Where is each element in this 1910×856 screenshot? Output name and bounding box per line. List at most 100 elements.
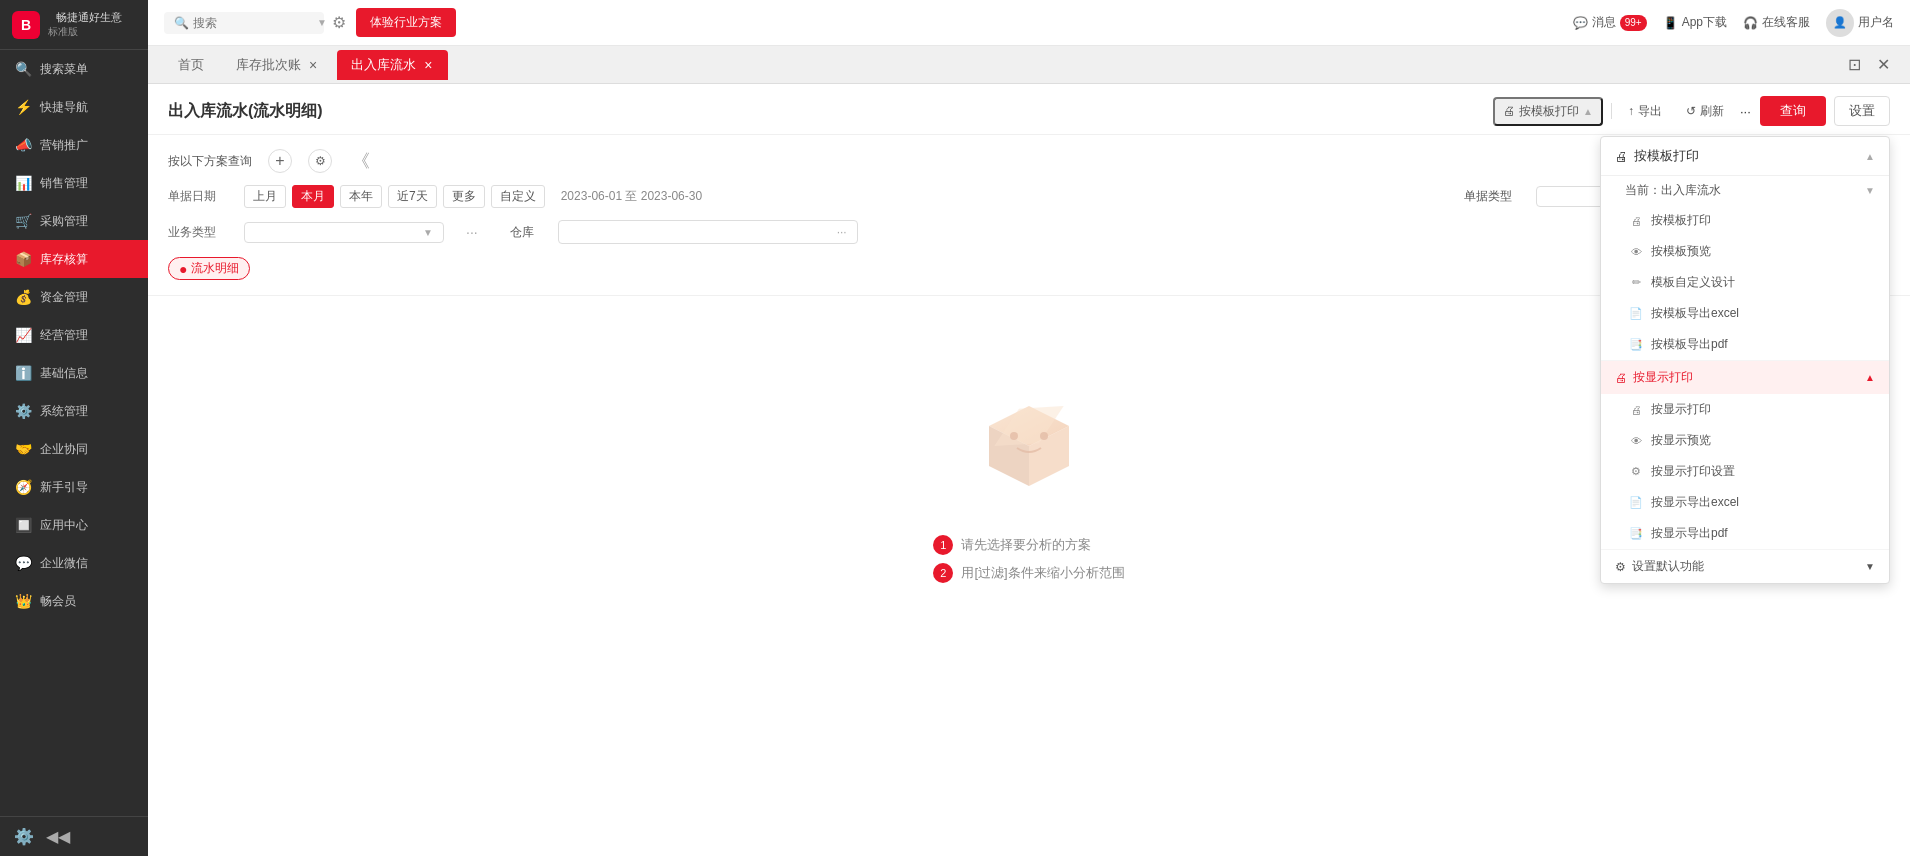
template-export-excel-item[interactable]: 📄 按模板导出excel [1601, 298, 1889, 329]
logo-icon: B [12, 11, 40, 39]
collapse-sidebar-icon[interactable]: ◀◀ [46, 827, 70, 846]
print-dropdown-arrow[interactable]: ▲ [1583, 106, 1593, 117]
topbar-search-box[interactable]: 🔍 ▼ [164, 12, 324, 34]
warehouse-select[interactable]: ··· [558, 220, 858, 244]
industry-solution-button[interactable]: 体验行业方案 [356, 8, 456, 37]
filter-settings-button[interactable]: ⚙ [308, 149, 332, 173]
topbar-gear-icon[interactable]: ⚙ [332, 13, 346, 32]
sidebar-item-wecom[interactable]: 💬 企业微信 [0, 544, 148, 582]
app-download-button[interactable]: 📱 App下载 [1663, 14, 1727, 31]
online-service-button[interactable]: 🎧 在线客服 [1743, 14, 1810, 31]
sidebar-item-marketing[interactable]: 📣 营销推广 [0, 126, 148, 164]
print-button[interactable]: 🖨 按模板打印 ▲ [1493, 97, 1603, 126]
set-default-item[interactable]: ⚙ 设置默认功能 ▼ [1601, 550, 1889, 583]
query-button[interactable]: 查询 [1760, 96, 1826, 126]
tab-restore-button[interactable]: ⊡ [1844, 53, 1865, 76]
search-dropdown-arrow[interactable]: ▼ [317, 17, 327, 28]
display-export-excel-item[interactable]: 📄 按显示导出excel [1601, 487, 1889, 518]
display-preview-icon: 👁 [1629, 434, 1643, 448]
avatar-icon: 👤 [1833, 16, 1847, 29]
divider-1 [1611, 103, 1612, 119]
sidebar-item-label-purchase: 采购管理 [40, 213, 88, 230]
empty-step-2: 2 用[过滤]条件来缩小分析范围 [933, 563, 1124, 583]
date-this-year-button[interactable]: 本年 [340, 185, 382, 208]
online-service-label: 在线客服 [1762, 14, 1810, 31]
sidebar-item-guide[interactable]: 🧭 新手引导 [0, 468, 148, 506]
tab-home[interactable]: 首页 [164, 50, 218, 80]
display-export-pdf-label: 按显示导出pdf [1651, 525, 1728, 542]
tab-batch-ledger-close[interactable]: × [307, 58, 319, 72]
business-type-more[interactable]: ··· [466, 224, 478, 240]
filter-collapse-button[interactable]: 《 [352, 149, 370, 173]
date-last-month-button[interactable]: 上月 [244, 185, 286, 208]
sidebar-item-apps[interactable]: 🔲 应用中心 [0, 506, 148, 544]
date-this-month-button[interactable]: 本月 [292, 185, 334, 208]
sidebar-item-quick-nav[interactable]: ⚡ 快捷导航 [0, 88, 148, 126]
print-icon: 🖨 [1503, 104, 1515, 118]
filter-tag-icon: ● [179, 261, 187, 277]
display-print-section-header[interactable]: 🖨 按显示打印 ▲ [1601, 361, 1889, 394]
export-icon: ↑ [1628, 104, 1634, 118]
sidebar-item-inventory[interactable]: 📦 库存核算 [0, 240, 148, 278]
sidebar-item-purchase[interactable]: 🛒 采购管理 [0, 202, 148, 240]
set-default-label: 设置默认功能 [1632, 558, 1704, 575]
export-button[interactable]: ↑ 导出 [1620, 99, 1670, 124]
date-custom-button[interactable]: 自定义 [491, 185, 545, 208]
warehouse-more[interactable]: ··· [837, 225, 847, 239]
business-type-select[interactable]: ▼ [244, 222, 444, 243]
tab-close-all-button[interactable]: ✕ [1873, 53, 1894, 76]
content-area: 出入库流水(流水明细) 🖨 按模板打印 ▲ ↑ 导出 ↺ 刷新 ··· 查询 [148, 84, 1910, 856]
settings-footer-icon[interactable]: ⚙️ [14, 827, 34, 846]
sidebar-item-label-quick: 快捷导航 [40, 99, 88, 116]
sidebar-item-label-sales: 销售管理 [40, 175, 88, 192]
tabbar-controls: ⊡ ✕ [1844, 53, 1894, 76]
app-download-label: App下载 [1682, 14, 1727, 31]
tab-batch-ledger-label: 库存批次账 [236, 56, 301, 74]
sidebar-item-sales[interactable]: 📊 销售管理 [0, 164, 148, 202]
sidebar-item-system[interactable]: ⚙️ 系统管理 [0, 392, 148, 430]
dropdown-chevron[interactable]: ▲ [1865, 151, 1875, 162]
sidebar-item-member[interactable]: 👑 畅会员 [0, 582, 148, 620]
current-item[interactable]: 当前：出入库流水 ▼ [1601, 176, 1889, 205]
sidebar-item-basic[interactable]: ℹ️ 基础信息 [0, 354, 148, 392]
headset-icon: 🎧 [1743, 16, 1758, 30]
sidebar-item-collab[interactable]: 🤝 企业协同 [0, 430, 148, 468]
sidebar-item-operations[interactable]: 📈 经营管理 [0, 316, 148, 354]
date-7days-button[interactable]: 近7天 [388, 185, 437, 208]
user-menu-button[interactable]: 👤 用户名 [1826, 9, 1894, 37]
wecom-icon: 💬 [14, 554, 32, 572]
set-default-arrow: ▼ [1865, 561, 1875, 572]
display-print-settings-icon: ⚙ [1629, 465, 1643, 479]
avatar: 👤 [1826, 9, 1854, 37]
search-input[interactable] [193, 16, 313, 30]
display-preview-item[interactable]: 👁 按显示预览 [1601, 425, 1889, 456]
page-action-bar: 🖨 按模板打印 ▲ ↑ 导出 ↺ 刷新 ··· 查询 设置 [1493, 96, 1890, 126]
sidebar-nav: 🔍 搜索菜单 ⚡ 快捷导航 📣 营销推广 📊 销售管理 🛒 采购管理 📦 库存核… [0, 50, 148, 816]
message-button[interactable]: 💬 消息 99+ [1573, 14, 1647, 31]
display-print-item[interactable]: 🖨 按显示打印 [1601, 394, 1889, 425]
display-export-pdf-item[interactable]: 📑 按显示导出pdf [1601, 518, 1889, 549]
dropdown-header-icon: 🖨 [1615, 149, 1628, 164]
template-custom-item[interactable]: ✏ 模板自定义设计 [1601, 267, 1889, 298]
inventory-icon: 📦 [14, 250, 32, 268]
add-filter-button[interactable]: + [268, 149, 292, 173]
template-export-pdf-item[interactable]: 📑 按模板导出pdf [1601, 329, 1889, 360]
settings-button[interactable]: 设置 [1834, 96, 1890, 126]
sidebar-item-search[interactable]: 🔍 搜索菜单 [0, 50, 148, 88]
display-print-settings-item[interactable]: ⚙ 按显示打印设置 [1601, 456, 1889, 487]
sidebar-item-label-apps: 应用中心 [40, 517, 88, 534]
template-preview-item[interactable]: 👁 按模板预览 [1601, 236, 1889, 267]
date-more-button[interactable]: 更多 [443, 185, 485, 208]
tab-batch-ledger[interactable]: 库存批次账 × [222, 50, 333, 80]
tab-flow[interactable]: 出入库流水 × [337, 50, 448, 80]
display-section-chevron[interactable]: ▲ [1865, 372, 1875, 383]
tab-flow-close[interactable]: × [422, 58, 434, 72]
template-print-item[interactable]: 🖨 按模板打印 [1601, 205, 1889, 236]
topbar-search-icon: 🔍 [174, 16, 189, 30]
template-print-icon: 🖨 [1629, 214, 1643, 228]
sidebar: B 畅捷通好生意 标准版 🔍 搜索菜单 ⚡ 快捷导航 📣 营销推广 📊 销售管理… [0, 0, 148, 856]
refresh-button[interactable]: ↺ 刷新 [1678, 99, 1732, 124]
sidebar-item-finance[interactable]: 💰 资金管理 [0, 278, 148, 316]
spacer: ··· [1740, 104, 1752, 119]
step-1-label: 请先选择要分析的方案 [961, 536, 1091, 554]
